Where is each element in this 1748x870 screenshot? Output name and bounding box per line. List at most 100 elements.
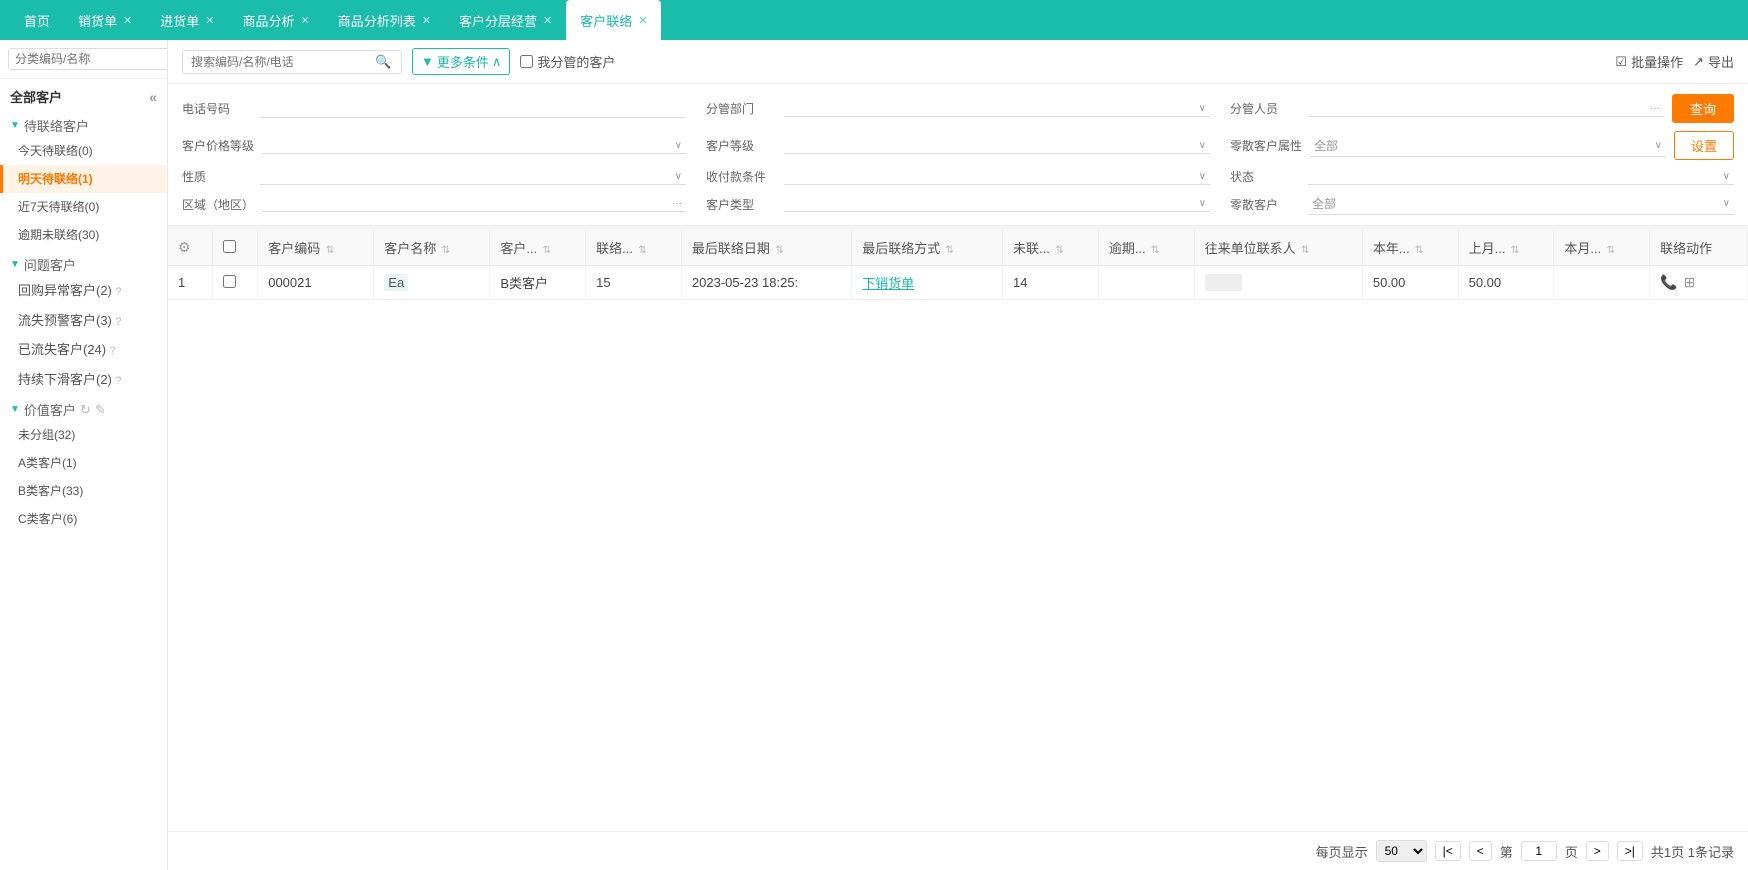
search-input[interactable] bbox=[191, 55, 371, 69]
close-sales-icon[interactable]: ✕ bbox=[123, 14, 132, 27]
prev-page-btn[interactable]: < bbox=[1469, 841, 1492, 861]
sidebar-item-lost[interactable]: 已流失客户(24) ? bbox=[0, 335, 167, 365]
price-select[interactable]: ∨ bbox=[262, 138, 686, 154]
status-select[interactable]: ∨ bbox=[1308, 169, 1734, 185]
batch-operation-btn[interactable]: ☑ 批量操作 bbox=[1615, 52, 1683, 71]
row-this-year: 50.00 bbox=[1362, 266, 1458, 300]
col-name[interactable]: 客户名称 ⇅ bbox=[374, 230, 490, 266]
retail-attr-select[interactable]: 全部 ∨ bbox=[1310, 135, 1666, 157]
payment-chevron-icon: ∨ bbox=[1199, 171, 1206, 182]
nav-product-list[interactable]: 商品分析列表 ✕ bbox=[324, 0, 445, 40]
sidebar-item-lostwarning[interactable]: 流失预警客户(3) ? bbox=[0, 306, 167, 336]
gender-select[interactable]: ∨ bbox=[260, 169, 686, 185]
refresh-icon[interactable]: ↻ bbox=[80, 402, 91, 418]
filter-retail-attr-row: 零散客户属性 全部 ∨ 设置 bbox=[1230, 131, 1734, 160]
dept-select[interactable]: ∨ bbox=[784, 101, 1210, 117]
sort-method-icon: ⇅ bbox=[946, 245, 954, 256]
phone-input-wrap[interactable] bbox=[260, 99, 686, 118]
ctype-select[interactable]: ∨ bbox=[784, 196, 1210, 212]
filter-gender-row: 性质 ∨ bbox=[182, 168, 686, 185]
nav-sales[interactable]: 销货单 ✕ bbox=[64, 0, 146, 40]
per-page-select[interactable]: 50 100 200 bbox=[1376, 840, 1427, 862]
search-icon[interactable]: 🔍 bbox=[375, 54, 391, 70]
content-area: 🔍 ▼ 更多条件 ∧ 我分管的客户 ☑ 批量操作 ↗ 导出 bbox=[168, 40, 1748, 870]
pending-group-title: 待联络客户 bbox=[0, 110, 167, 137]
sort-overdue-icon: ⇅ bbox=[1151, 245, 1159, 256]
grid-action-icon[interactable]: ⊞ bbox=[1684, 274, 1696, 291]
col-type[interactable]: 客户... ⇅ bbox=[490, 230, 586, 266]
sidebar-item-7days[interactable]: 近7天待联络(0) bbox=[0, 193, 167, 221]
manager-label: 分管人员 bbox=[1230, 100, 1300, 117]
contact-method-link[interactable]: 下销货单 bbox=[862, 276, 914, 291]
row-code: 000021 bbox=[258, 266, 374, 300]
collapse-icon[interactable]: « bbox=[149, 89, 157, 105]
nav-customer-contact[interactable]: 客户联络 ✕ bbox=[566, 0, 661, 40]
export-icon: ↗ bbox=[1693, 54, 1704, 70]
sidebar-search-input[interactable] bbox=[8, 48, 168, 70]
nav-purchase[interactable]: 进货单 ✕ bbox=[146, 0, 228, 40]
row-actions: 📞 ⊞ bbox=[1650, 266, 1748, 300]
sidebar-search-wrap: 🔍 bbox=[0, 40, 167, 79]
col-last-contact-method[interactable]: 最后联络方式 ⇅ bbox=[852, 230, 1003, 266]
close-product-list-icon[interactable]: ✕ bbox=[422, 14, 431, 27]
page-input[interactable] bbox=[1521, 841, 1557, 861]
close-customer-contact-icon[interactable]: ✕ bbox=[638, 14, 647, 27]
sidebar-item-overdue[interactable]: 逾期未联络(30) bbox=[0, 221, 167, 249]
col-gear[interactable]: ⚙ bbox=[168, 230, 212, 266]
nav-home[interactable]: 首页 bbox=[10, 0, 64, 40]
reset-button[interactable]: 设置 bbox=[1674, 131, 1734, 160]
select-all-checkbox[interactable] bbox=[223, 240, 236, 253]
sort-year-icon: ⇅ bbox=[1415, 245, 1423, 256]
sidebar-item-repurchase[interactable]: 回购异常客户(2) ? bbox=[0, 276, 167, 306]
col-last-contact-date[interactable]: 最后联络日期 ⇅ bbox=[681, 230, 851, 266]
level-select[interactable]: ∨ bbox=[784, 138, 1210, 154]
col-unit-contact[interactable]: 往来单位联系人 ⇅ bbox=[1194, 230, 1362, 266]
close-product-analysis-icon[interactable]: ✕ bbox=[301, 14, 310, 27]
sidebar-item-a-class[interactable]: A类客户(1) bbox=[0, 449, 167, 477]
nav-product-analysis[interactable]: 商品分析 ✕ bbox=[228, 0, 323, 40]
area-select[interactable]: ··· bbox=[262, 196, 686, 212]
sidebar-item-b-class[interactable]: B类客户(33) bbox=[0, 477, 167, 505]
sidebar-item-tomorrow[interactable]: 明天待联络(1) bbox=[0, 165, 167, 193]
export-btn[interactable]: ↗ 导出 bbox=[1693, 52, 1734, 71]
row-select-checkbox[interactable] bbox=[223, 275, 236, 288]
phone-action-icon[interactable]: 📞 bbox=[1660, 274, 1677, 291]
last-page-btn[interactable]: >| bbox=[1617, 841, 1643, 861]
row-last-contact-method: 下销货单 bbox=[852, 266, 1003, 300]
top-nav: 首页 销货单 ✕ 进货单 ✕ 商品分析 ✕ 商品分析列表 ✕ 客户分层经营 ✕ … bbox=[0, 0, 1748, 40]
payment-select[interactable]: ∨ bbox=[784, 169, 1210, 185]
col-last-month[interactable]: 上月... ⇅ bbox=[1458, 230, 1554, 266]
query-button[interactable]: 查询 bbox=[1672, 94, 1734, 123]
price-label: 客户价格等级 bbox=[182, 137, 254, 154]
close-purchase-icon[interactable]: ✕ bbox=[205, 14, 214, 27]
col-code[interactable]: 客户编码 ⇅ bbox=[258, 230, 374, 266]
col-contact[interactable]: 联络... ⇅ bbox=[586, 230, 682, 266]
more-conditions-btn[interactable]: ▼ 更多条件 ∧ bbox=[412, 48, 510, 75]
sidebar-item-declining[interactable]: 持续下滑客户(2) ? bbox=[0, 365, 167, 395]
level-label: 客户等级 bbox=[706, 137, 776, 154]
col-this-year[interactable]: 本年... ⇅ bbox=[1362, 230, 1458, 266]
nav-customer-tier[interactable]: 客户分层经营 ✕ bbox=[445, 0, 566, 40]
my-customers-checkbox[interactable] bbox=[520, 55, 533, 68]
phone-input[interactable] bbox=[260, 101, 686, 115]
sidebar-item-c-class[interactable]: C类客户(6) bbox=[0, 505, 167, 533]
col-this-month[interactable]: 本月... ⇅ bbox=[1554, 230, 1650, 266]
row-last-contact-date: 2023-05-23 18:25: bbox=[681, 266, 851, 300]
action-icons: 📞 ⊞ bbox=[1660, 274, 1737, 291]
adv-filter: 电话号码 分管部门 ∨ 分管人员 ··· 查询 bbox=[168, 84, 1748, 226]
sidebar-item-today[interactable]: 今天待联络(0) bbox=[0, 137, 167, 165]
retail-label: 零散客户 bbox=[1230, 196, 1300, 213]
close-customer-tier-icon[interactable]: ✕ bbox=[543, 14, 552, 27]
sidebar-item-ungrouped[interactable]: 未分组(32) bbox=[0, 421, 167, 449]
first-page-btn[interactable]: |< bbox=[1435, 841, 1461, 861]
manager-select[interactable]: ··· bbox=[1308, 101, 1664, 117]
col-overdue[interactable]: 逾期... ⇅ bbox=[1098, 230, 1194, 266]
customer-table: ⚙ 客户编码 ⇅ 客户名称 ⇅ 客户... ⇅ bbox=[168, 230, 1748, 300]
filter-phone-row: 电话号码 bbox=[182, 94, 686, 123]
row-checkbox bbox=[212, 266, 257, 300]
retail-select[interactable]: 全部 ∨ bbox=[1308, 193, 1734, 215]
col-no-contact[interactable]: 未联... ⇅ bbox=[1003, 230, 1099, 266]
next-page-btn[interactable]: > bbox=[1586, 841, 1609, 861]
sort-nocontact-icon: ⇅ bbox=[1055, 245, 1063, 256]
edit-icon[interactable]: ✎ bbox=[95, 402, 106, 418]
